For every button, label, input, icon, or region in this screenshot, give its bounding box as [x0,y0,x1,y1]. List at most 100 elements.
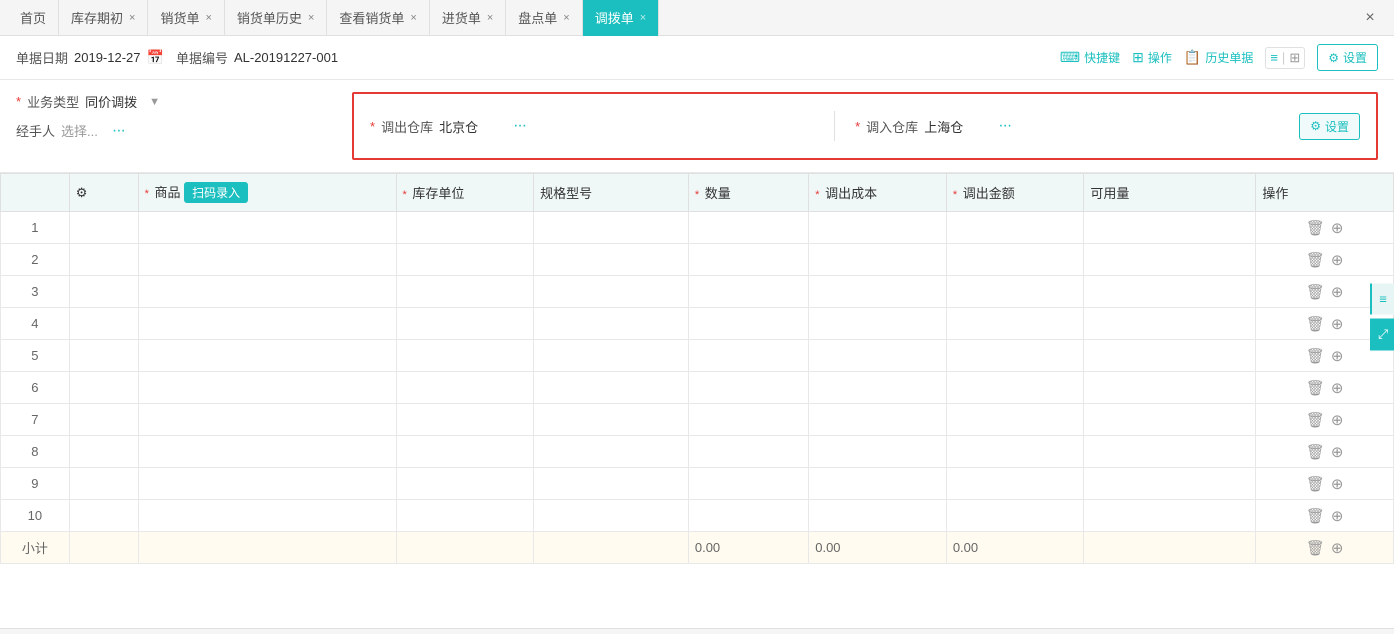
cell-unit-8[interactable] [396,436,534,468]
right-panel-expand-btn[interactable]: ⤢ [1370,319,1394,351]
tab-transfer-order-close[interactable]: × [640,12,646,24]
delete-icon-1[interactable]: 🗑 [1306,219,1325,237]
cell-amount-8[interactable] [946,436,1084,468]
tab-sales-order-close[interactable]: × [205,12,211,24]
table-settings-icon[interactable]: ⚙ [76,185,88,200]
cell-product-9[interactable] [138,468,396,500]
tab-view-sales-close[interactable]: × [410,12,416,24]
handler-more-btn[interactable]: ··· [112,122,125,140]
cell-spec-5[interactable] [534,340,689,372]
cell-product-3[interactable] [138,276,396,308]
handler-select[interactable]: 选择... [61,121,98,140]
cell-unit-10[interactable] [396,500,534,532]
cell-product-6[interactable] [138,372,396,404]
cell-available-2[interactable] [1084,244,1256,276]
cell-product-2[interactable] [138,244,396,276]
copy-icon-5[interactable]: ⊕ [1331,347,1344,365]
cell-available-5[interactable] [1084,340,1256,372]
cell-available-11[interactable] [1084,532,1256,564]
cell-cost-8[interactable] [809,436,947,468]
cell-amount-4[interactable] [946,308,1084,340]
cell-cost-9[interactable] [809,468,947,500]
cell-qty-7[interactable] [688,404,808,436]
copy-icon-6[interactable]: ⊕ [1331,379,1344,397]
cell-qty-3[interactable] [688,276,808,308]
cell-qty-6[interactable] [688,372,808,404]
cell-unit-1[interactable] [396,212,534,244]
cell-cost-7[interactable] [809,404,947,436]
cell-available-9[interactable] [1084,468,1256,500]
business-type-select[interactable]: 同价调拨 ▼ [85,92,160,111]
cell-unit-2[interactable] [396,244,534,276]
cell-cost-4[interactable] [809,308,947,340]
cell-unit-9[interactable] [396,468,534,500]
settings-button[interactable]: ⚙ 设置 [1317,44,1378,71]
cell-cost-5[interactable] [809,340,947,372]
cell-qty-10[interactable] [688,500,808,532]
cell-amount-2[interactable] [946,244,1084,276]
cell-amount-7[interactable] [946,404,1084,436]
warehouse-in-more-btn[interactable]: ··· [998,117,1011,135]
right-panel-list-btn[interactable]: ≡ [1370,284,1394,315]
cell-product-1[interactable] [138,212,396,244]
tab-inventory-count[interactable]: 盘点单 × [506,0,582,36]
layout-toggle[interactable]: ≡ | ⊞ [1265,47,1305,69]
tab-sales-history-close[interactable]: × [308,12,314,24]
cell-unit-3[interactable] [396,276,534,308]
cell-product-10[interactable] [138,500,396,532]
cell-spec-3[interactable] [534,276,689,308]
cell-amount-9[interactable] [946,468,1084,500]
cell-available-6[interactable] [1084,372,1256,404]
cell-spec-8[interactable] [534,436,689,468]
cell-spec-4[interactable] [534,308,689,340]
cell-spec-2[interactable] [534,244,689,276]
cell-product-4[interactable] [138,308,396,340]
cell-cost-3[interactable] [809,276,947,308]
tab-sales-history[interactable]: 销货单历史 × [225,0,327,36]
col-header-settings[interactable]: ⚙ [69,174,138,212]
cell-amount-3[interactable] [946,276,1084,308]
delete-icon-10[interactable]: 🗑 [1306,507,1325,525]
delete-icon-7[interactable]: 🗑 [1306,411,1325,429]
cell-spec-6[interactable] [534,372,689,404]
copy-icon-8[interactable]: ⊕ [1331,443,1344,461]
cell-qty-4[interactable] [688,308,808,340]
copy-icon-10[interactable]: ⊕ [1331,507,1344,525]
shortcut-action[interactable]: ⌨ 快捷键 [1060,49,1120,66]
cell-product-11[interactable] [138,532,396,564]
delete-icon-3[interactable]: 🗑 [1306,283,1325,301]
delete-icon-8[interactable]: 🗑 [1306,443,1325,461]
cell-available-1[interactable] [1084,212,1256,244]
cell-amount-11[interactable]: 0.00 [946,532,1084,564]
delete-icon-11[interactable]: 🗑 [1306,539,1325,557]
cell-product-8[interactable] [138,436,396,468]
cell-qty-11[interactable]: 0.00 [688,532,808,564]
cell-cost-10[interactable] [809,500,947,532]
cell-qty-9[interactable] [688,468,808,500]
cell-amount-10[interactable] [946,500,1084,532]
copy-icon-2[interactable]: ⊕ [1331,251,1344,269]
copy-icon-9[interactable]: ⊕ [1331,475,1344,493]
delete-icon-2[interactable]: 🗑 [1306,251,1325,269]
tab-inventory-init-close[interactable]: × [129,12,135,24]
cell-available-10[interactable] [1084,500,1256,532]
cell-unit-7[interactable] [396,404,534,436]
cell-cost-2[interactable] [809,244,947,276]
tab-inventory-init[interactable]: 库存期初 × [59,0,148,36]
cell-amount-5[interactable] [946,340,1084,372]
tab-home[interactable]: 首页 [8,0,59,36]
copy-icon-1[interactable]: ⊕ [1331,219,1344,237]
cell-cost-11[interactable]: 0.00 [809,532,947,564]
cell-qty-8[interactable] [688,436,808,468]
delete-icon-4[interactable]: 🗑 [1306,315,1325,333]
cell-spec-7[interactable] [534,404,689,436]
tab-purchase-order-close[interactable]: × [487,12,493,24]
cell-product-5[interactable] [138,340,396,372]
delete-icon-9[interactable]: 🗑 [1306,475,1325,493]
cell-unit-4[interactable] [396,308,534,340]
tab-purchase-order[interactable]: 进货单 × [430,0,506,36]
window-close-button[interactable]: × [1358,6,1382,30]
copy-icon-3[interactable]: ⊕ [1331,283,1344,301]
cell-amount-1[interactable] [946,212,1084,244]
cell-cost-1[interactable] [809,212,947,244]
